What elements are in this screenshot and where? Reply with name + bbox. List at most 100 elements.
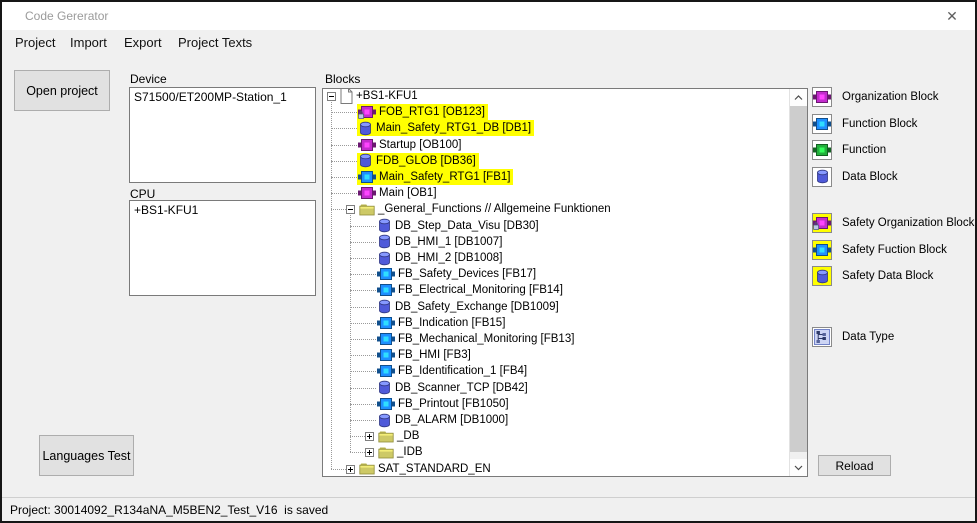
tree-item[interactable]: FB_HMI [FB3] — [376, 347, 474, 363]
device-list-item[interactable]: S71500/ET200MP-Station_1 — [130, 88, 315, 105]
tree-guide-line — [350, 339, 376, 340]
data-block-icon — [377, 380, 392, 395]
safety-data-block-icon — [358, 121, 373, 136]
tree-item[interactable]: FB_Printout [FB1050] — [376, 396, 512, 412]
safety-organization-block-icon — [812, 213, 832, 233]
tree-guide-line — [350, 420, 376, 421]
menu-item-project-texts[interactable]: Project Texts — [178, 35, 252, 50]
tree-item-label: Main_Safety_RTG1_DB [DB1] — [376, 122, 531, 134]
tree-item[interactable]: Startup [OB100] — [357, 137, 464, 153]
tree-item[interactable]: FB_Identification_1 [FB4] — [376, 363, 530, 379]
folder-icon — [359, 462, 375, 475]
tree-item-label: FB_Identification_1 [FB4] — [398, 365, 527, 377]
tree-item[interactable]: Main [OB1] — [357, 185, 440, 201]
tree-item[interactable]: DB_HMI_1 [DB1007] — [376, 234, 505, 250]
expand-toggle-icon[interactable] — [346, 465, 355, 474]
tree-item[interactable]: FOB_RTG1 [OB123] — [357, 104, 488, 120]
tree-item[interactable]: FB_Safety_Devices [FB17] — [376, 266, 539, 282]
tree-item[interactable]: _DB — [377, 428, 422, 444]
tree-item[interactable]: FB_Electrical_Monitoring [FB14] — [376, 282, 566, 298]
tree-item-label: DB_ALARM [DB1000] — [395, 414, 508, 426]
data-block-icon — [377, 251, 392, 266]
expand-toggle-icon[interactable] — [365, 432, 374, 441]
tree-item[interactable]: _General_Functions // Allgemeine Funktio… — [358, 201, 614, 217]
legend-label: Safety Data Block — [842, 270, 933, 282]
tree-item[interactable]: FB_Indication [FB15] — [376, 315, 508, 331]
reload-button[interactable]: Reload — [818, 455, 891, 476]
tree-item[interactable]: DB_ALARM [DB1000] — [376, 412, 511, 428]
tree-item-label: FDB_GLOB [DB36] — [376, 155, 476, 167]
tree-guide-line — [350, 388, 376, 389]
legend-label: Organization Block — [842, 91, 939, 103]
tree-item-label: FB_Safety_Devices [FB17] — [398, 268, 536, 280]
menu-item-import[interactable]: Import — [70, 35, 107, 50]
tree-item[interactable]: FB_Mechanical_Monitoring [FB13] — [376, 331, 577, 347]
tree-scrollbar[interactable] — [789, 89, 807, 476]
menu-item-export[interactable]: Export — [124, 35, 162, 50]
tree-item[interactable]: SAT_STANDARD_EN — [358, 461, 494, 476]
tree-guide-line — [350, 404, 376, 405]
blocks-label: Blocks — [325, 72, 360, 86]
function-block-icon — [377, 316, 395, 330]
tree-item-label: DB_HMI_2 [DB1008] — [395, 252, 502, 264]
collapse-toggle-icon[interactable] — [346, 205, 355, 214]
tree-guide-line — [350, 371, 376, 372]
organization-block-icon — [358, 186, 376, 200]
tree-guide-line — [350, 290, 376, 291]
data-block-icon — [812, 167, 832, 187]
function-block-icon — [377, 397, 395, 411]
tree-item[interactable]: DB_Safety_Exchange [DB1009] — [376, 299, 562, 315]
function-icon — [812, 140, 832, 160]
legend-label: Data Type — [842, 331, 894, 343]
tree-guide-line — [331, 177, 357, 178]
window-title: Code Gererator — [25, 9, 108, 23]
data-type-icon — [812, 327, 832, 347]
expand-toggle-icon[interactable] — [365, 448, 374, 457]
tree-item[interactable]: +BS1-KFU1 — [339, 89, 421, 104]
scroll-up-icon[interactable] — [790, 89, 807, 106]
tree-item[interactable]: Main_Safety_RTG1_DB [DB1] — [357, 120, 534, 136]
collapse-toggle-icon[interactable] — [327, 92, 336, 101]
tree-guide-line — [350, 215, 351, 452]
tree-item[interactable]: DB_Scanner_TCP [DB42] — [376, 380, 531, 396]
legend-label: Function — [842, 144, 886, 156]
legend-label: Safety Fuction Block — [842, 244, 947, 256]
folder-icon — [378, 446, 394, 459]
tree-item[interactable]: DB_Step_Data_Visu [DB30] — [376, 218, 542, 234]
cpu-list-item[interactable]: +BS1-KFU1 — [130, 201, 315, 218]
data-block-icon — [377, 218, 392, 233]
folder-icon — [378, 430, 394, 443]
safety-organization-block-icon — [358, 105, 376, 119]
function-block-icon — [377, 283, 395, 297]
tree-item-label: Startup [OB100] — [379, 139, 461, 151]
legend-label: Safety Organization Block — [842, 217, 974, 229]
open-project-button[interactable]: Open project — [14, 70, 110, 111]
tree-item[interactable]: Main_Safety_RTG1 [FB1] — [357, 169, 513, 185]
tree-item-label: FB_HMI [FB3] — [398, 349, 471, 361]
scroll-down-icon[interactable] — [790, 459, 807, 476]
tree-guide-line — [331, 193, 357, 194]
safety-function-block-icon — [812, 240, 832, 260]
tree-item-label: DB_Scanner_TCP [DB42] — [395, 382, 528, 394]
tree-item-label: SAT_STANDARD_EN — [378, 463, 491, 475]
tree-guide-line — [350, 436, 365, 437]
close-icon[interactable]: ✕ — [937, 5, 967, 27]
menu-bar: Project Import Export Project Texts — [2, 30, 975, 57]
tree-guide-line — [331, 102, 332, 469]
tree-guide-line — [350, 323, 376, 324]
scroll-thumb[interactable] — [790, 106, 807, 452]
tree-item-label: _General_Functions // Allgemeine Funktio… — [378, 203, 611, 215]
tree-item[interactable]: DB_HMI_2 [DB1008] — [376, 250, 505, 266]
function-block-icon — [377, 364, 395, 378]
tree-item[interactable]: _IDB — [377, 444, 426, 460]
function-block-icon — [812, 114, 832, 134]
tree-item[interactable]: FDB_GLOB [DB36] — [357, 153, 479, 169]
menu-item-project[interactable]: Project — [15, 35, 55, 50]
tree-guide-line — [350, 452, 365, 453]
status-bar: Project: 30014092_R134aNA_M5BEN2_Test_V1… — [2, 497, 975, 522]
tree-item-label: FB_Indication [FB15] — [398, 317, 505, 329]
languages-test-button[interactable]: Languages Test — [39, 435, 134, 476]
tree-guide-line — [350, 307, 376, 308]
tree-item-label: +BS1-KFU1 — [356, 90, 418, 102]
legend-label: Function Block — [842, 118, 917, 130]
